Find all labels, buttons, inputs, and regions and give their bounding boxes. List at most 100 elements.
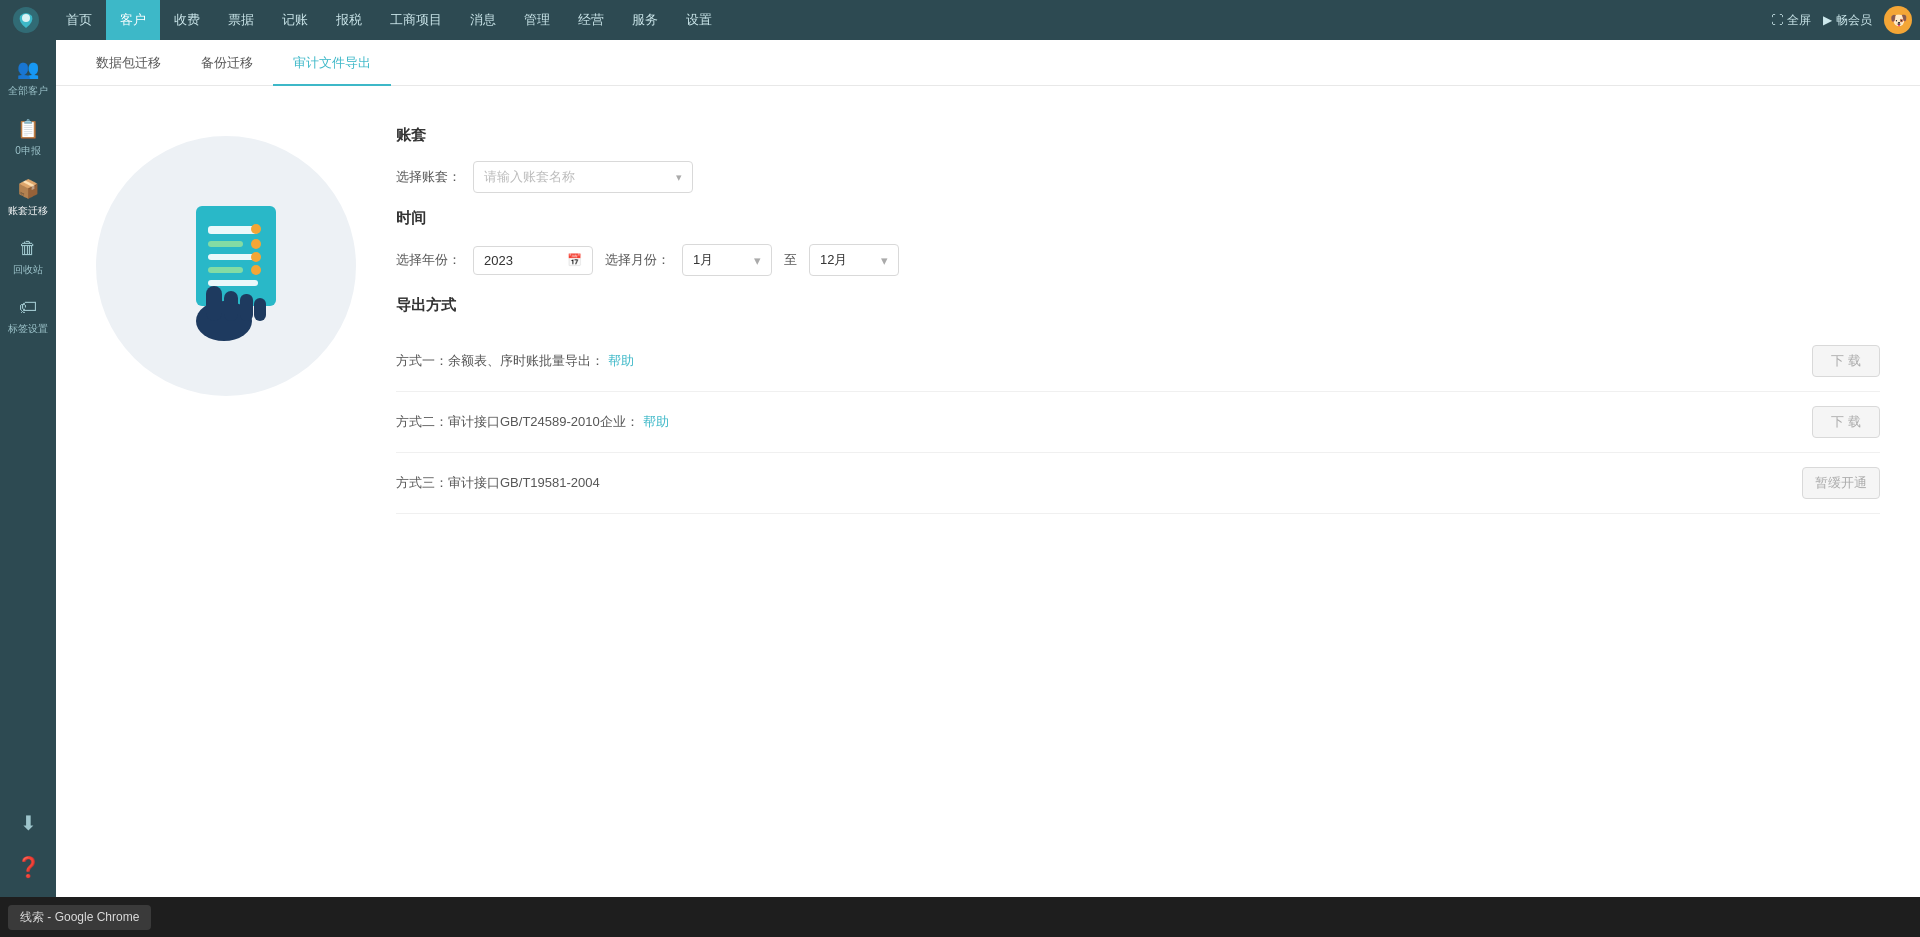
- svg-rect-16: [254, 298, 266, 321]
- download-button-2[interactable]: 下 载: [1812, 406, 1880, 438]
- tab-data-migration[interactable]: 数据包迁移: [76, 40, 181, 86]
- export-method-1-label: 方式一：余额表、序时账批量导出： 帮助: [396, 352, 1800, 370]
- nav-invoice[interactable]: 票据: [214, 0, 268, 40]
- recycle-icon: 🗑: [19, 238, 37, 259]
- svg-point-10: [251, 252, 261, 262]
- svg-point-8: [251, 224, 261, 234]
- member-button[interactable]: ▶ 畅会员: [1823, 12, 1872, 29]
- sidebar-item-migration[interactable]: 📦 账套迁移: [0, 168, 56, 228]
- time-section-title: 时间: [396, 209, 1880, 228]
- help-icon[interactable]: ❓: [10, 849, 47, 885]
- svg-rect-3: [208, 226, 258, 234]
- to-text: 至: [784, 251, 797, 269]
- svg-point-9: [251, 239, 261, 249]
- taskbar: 线索 - Google Chrome: [0, 897, 1920, 937]
- sidebar-label-tag: 标签设置: [8, 322, 48, 336]
- time-section: 时间 选择年份： 2023 📅 选择月份： 1月 ▾ 至: [396, 209, 1880, 276]
- chevron-month-icon: ▾: [754, 253, 761, 268]
- svg-rect-6: [208, 267, 243, 273]
- avatar[interactable]: 🐶: [1884, 6, 1912, 34]
- account-label: 选择账套：: [396, 168, 461, 186]
- chevron-month-end-icon: ▾: [881, 253, 888, 268]
- year-label: 选择年份：: [396, 251, 461, 269]
- tab-audit-export[interactable]: 审计文件导出: [273, 40, 391, 86]
- export-method-3: 方式三：审计接口GB/T19581-2004 暂缓开通: [396, 453, 1880, 514]
- illustration-area: [96, 116, 356, 867]
- nav-home[interactable]: 首页: [52, 0, 106, 40]
- svg-point-1: [22, 14, 30, 22]
- svg-rect-5: [208, 254, 258, 260]
- taskbar-chrome-item[interactable]: 线索 - Google Chrome: [8, 905, 151, 930]
- sidebar-item-recycle[interactable]: 🗑 回收站: [0, 228, 56, 287]
- nav-manage[interactable]: 管理: [510, 0, 564, 40]
- calendar-icon: 📅: [567, 253, 582, 267]
- fullscreen-icon: ⛶: [1771, 13, 1783, 27]
- export-method-2: 方式二：审计接口GB/T24589-2010企业： 帮助 下 载: [396, 392, 1880, 453]
- sidebar-item-zero-declare[interactable]: 📋 0申报: [0, 108, 56, 168]
- member-icon: ▶: [1823, 13, 1832, 27]
- nav-operation[interactable]: 经营: [564, 0, 618, 40]
- coming-soon-button: 暂缓开通: [1802, 467, 1880, 499]
- form-area: 账套 选择账套： 请输入账套名称 ▾ 时间 选择年份： 2023: [396, 116, 1880, 867]
- sidebar-label-migration: 账套迁移: [8, 204, 48, 218]
- month-start-select[interactable]: 1月 ▾: [682, 244, 772, 276]
- export-section: 导出方式 方式一：余额表、序时账批量导出： 帮助 下 载 方式二：审计接口GB/T…: [396, 296, 1880, 514]
- nav-accounting[interactable]: 记账: [268, 0, 322, 40]
- year-input[interactable]: 2023 📅: [473, 246, 593, 275]
- declare-icon: 📋: [17, 118, 39, 140]
- month-end-value: 12月: [820, 251, 847, 269]
- nav-service[interactable]: 服务: [618, 0, 672, 40]
- nav-billing[interactable]: 收费: [160, 0, 214, 40]
- account-row: 选择账套： 请输入账套名称 ▾: [396, 161, 1880, 193]
- svg-rect-4: [208, 241, 243, 247]
- account-select[interactable]: 请输入账套名称 ▾: [473, 161, 693, 193]
- tag-icon: 🏷: [19, 297, 37, 318]
- chevron-down-icon: ▾: [676, 171, 682, 184]
- nav-message[interactable]: 消息: [456, 0, 510, 40]
- export-method-3-label: 方式三：审计接口GB/T19581-2004: [396, 474, 1790, 492]
- sidebar-label-declare: 0申报: [15, 144, 41, 158]
- sidebar-item-tag-settings[interactable]: 🏷 标签设置: [0, 287, 56, 346]
- fullscreen-button[interactable]: ⛶ 全屏: [1771, 12, 1811, 29]
- content-area: 数据包迁移 备份迁移 审计文件导出: [56, 40, 1920, 897]
- nav-business[interactable]: 工商项目: [376, 0, 456, 40]
- sidebar-label-customers: 全部客户: [8, 84, 48, 98]
- fullscreen-label: 全屏: [1787, 12, 1811, 29]
- download-button-1[interactable]: 下 载: [1812, 345, 1880, 377]
- svg-rect-15: [240, 294, 253, 321]
- svg-point-11: [251, 265, 261, 275]
- export-label-text-1: 方式一：余额表、序时账批量导出：: [396, 353, 604, 368]
- account-placeholder: 请输入账套名称: [484, 168, 575, 186]
- export-help-link-1[interactable]: 帮助: [608, 353, 634, 368]
- export-method-1: 方式一：余额表、序时账批量导出： 帮助 下 载: [396, 331, 1880, 392]
- nav-settings[interactable]: 设置: [672, 0, 726, 40]
- month-label: 选择月份：: [605, 251, 670, 269]
- illustration-svg: [136, 176, 316, 356]
- export-label-text-2: 方式二：审计接口GB/T24589-2010企业：: [396, 414, 639, 429]
- month-start-value: 1月: [693, 251, 713, 269]
- top-navigation: 首页 客户 收费 票据 记账 报税 工商项目 消息 管理 经营 服务 设置 ⛶ …: [0, 0, 1920, 40]
- export-method-2-label: 方式二：审计接口GB/T24589-2010企业： 帮助: [396, 413, 1800, 431]
- member-label: 畅会员: [1836, 12, 1872, 29]
- nav-right-area: ⛶ 全屏 ▶ 畅会员 🐶: [1771, 6, 1912, 34]
- sub-tabs: 数据包迁移 备份迁移 审计文件导出: [56, 40, 1920, 86]
- sidebar-label-recycle: 回收站: [13, 263, 43, 277]
- export-help-link-2[interactable]: 帮助: [643, 414, 669, 429]
- account-section-title: 账套: [396, 126, 1880, 145]
- main-layout: 👥 全部客户 📋 0申报 📦 账套迁移 🗑 回收站 🏷 标签设置 ⬇ ❓ 数据包…: [0, 40, 1920, 897]
- nav-tax[interactable]: 报税: [322, 0, 376, 40]
- sidebar: 👥 全部客户 📋 0申报 📦 账套迁移 🗑 回收站 🏷 标签设置 ⬇ ❓: [0, 40, 56, 897]
- sidebar-bottom: ⬇ ❓: [10, 805, 47, 897]
- nav-customer[interactable]: 客户: [106, 0, 160, 40]
- svg-rect-14: [224, 291, 238, 321]
- nav-menu: 首页 客户 收费 票据 记账 报税 工商项目 消息 管理 经营 服务 设置: [52, 0, 1771, 40]
- migration-icon: 📦: [17, 178, 39, 200]
- month-end-select[interactable]: 12月 ▾: [809, 244, 899, 276]
- export-section-title: 导出方式: [396, 296, 1880, 315]
- illustration-circle: [96, 136, 356, 396]
- sidebar-item-all-customers[interactable]: 👥 全部客户: [0, 48, 56, 108]
- page-content: 账套 选择账套： 请输入账套名称 ▾ 时间 选择年份： 2023: [56, 86, 1920, 897]
- tab-backup-migration[interactable]: 备份迁移: [181, 40, 273, 86]
- app-logo: [8, 2, 44, 38]
- download-icon[interactable]: ⬇: [14, 805, 43, 841]
